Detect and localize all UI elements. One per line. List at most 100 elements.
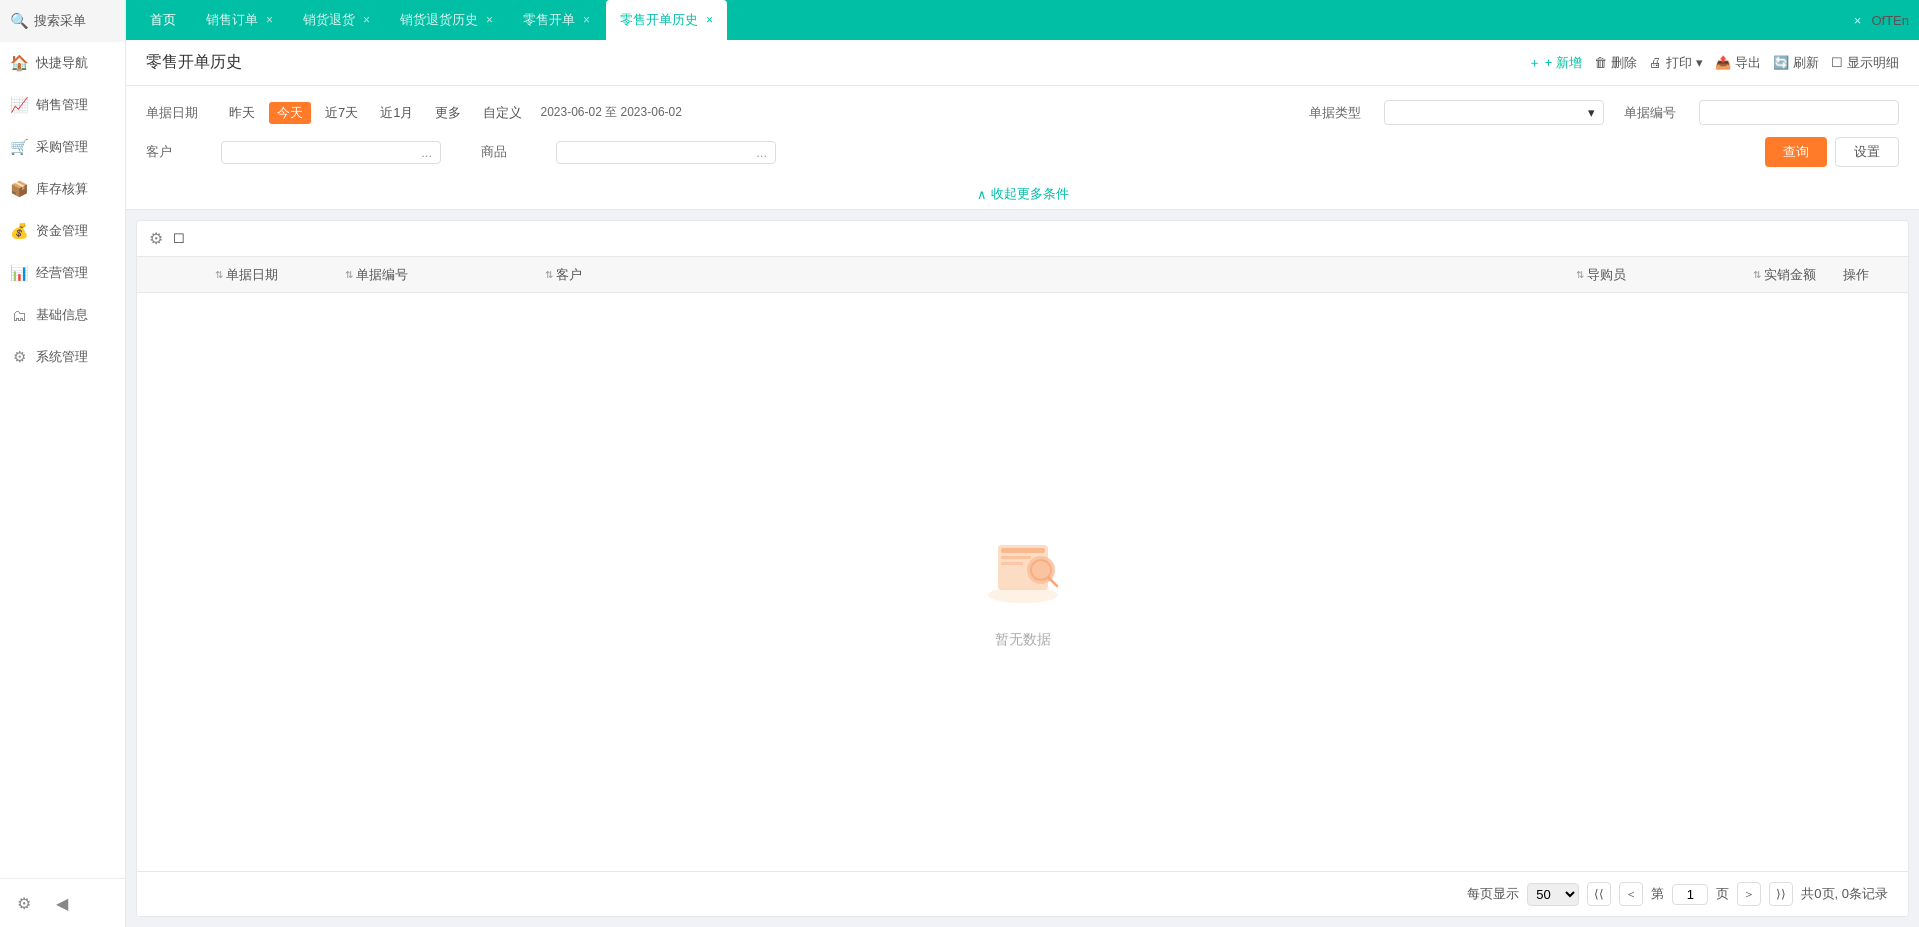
sidebar-item-purchase-mgmt[interactable]: 🛒 采购管理 <box>0 126 125 168</box>
th-sort-amount-icon: ⇅ <box>1753 269 1761 280</box>
settings-gear-icon[interactable]: ⚙ <box>149 229 163 248</box>
collapse-bar[interactable]: ∧ 收起更多条件 <box>146 179 1899 209</box>
topnav: 首页 销售订单 × 销货退货 × 销货退货历史 × 零售开单 × 零售开单历史 … <box>126 0 1919 40</box>
th-date[interactable]: ⇅ 单据日期 <box>215 266 345 284</box>
goods-input-wrap[interactable]: ... <box>556 141 776 164</box>
first-page-btn[interactable]: ⟨⟨ <box>1587 882 1611 906</box>
sidebar-item-label: 销售管理 <box>36 96 88 114</box>
th-action: 操作 <box>1816 266 1896 284</box>
tab-sales-return-history[interactable]: 销货退货历史 × <box>386 0 507 40</box>
date-option-yesterday[interactable]: 昨天 <box>221 102 263 124</box>
tab-retail-open-close[interactable]: × <box>583 13 590 27</box>
prev-page-btn[interactable]: ＜ <box>1619 882 1643 906</box>
number-label: 单据编号 <box>1624 104 1679 122</box>
date-range-display: 2023-06-02 至 2023-06-02 <box>540 104 681 121</box>
th-sort-guide-icon: ⇅ <box>1576 269 1584 280</box>
tab-home[interactable]: 首页 <box>136 0 190 40</box>
main-area: 首页 销售订单 × 销货退货 × 销货退货历史 × 零售开单 × 零售开单历史 … <box>126 0 1919 927</box>
delete-icon: 🗑 <box>1594 55 1607 70</box>
svg-line-7 <box>1049 578 1057 586</box>
customer-input[interactable] <box>230 145 417 160</box>
topnav-right: × OfTEn <box>1854 13 1909 28</box>
date-option-custom[interactable]: 自定义 <box>475 102 530 124</box>
print-button[interactable]: 🖨 打印 ▾ <box>1649 54 1703 72</box>
delete-label: 删除 <box>1611 54 1637 72</box>
sidebar-item-sales-mgmt[interactable]: 📈 销售管理 <box>0 84 125 126</box>
tab-sales-order-close[interactable]: × <box>266 13 273 27</box>
th-amount[interactable]: ⇅ 实销金额 <box>1696 266 1816 284</box>
refresh-button[interactable]: 🔄 刷新 <box>1773 54 1819 72</box>
type-label: 单据类型 <box>1309 104 1364 122</box>
display-icon: ☐ <box>1831 55 1843 70</box>
export-button[interactable]: 📤 导出 <box>1715 54 1761 72</box>
sidebar-item-label: 资金管理 <box>36 222 88 240</box>
tab-sales-return-label: 销货退货 <box>303 11 355 29</box>
add-icon: ＋ <box>1528 54 1541 72</box>
number-input[interactable] <box>1699 100 1899 125</box>
export-label: 导出 <box>1735 54 1761 72</box>
topnav-close-btn[interactable]: × <box>1854 13 1862 28</box>
print-label: 打印 <box>1666 54 1692 72</box>
table-checkbox-all[interactable]: ☐ <box>173 231 185 246</box>
sidebar-item-quick-nav[interactable]: 🏠 快捷导航 <box>0 42 125 84</box>
delete-button[interactable]: 🗑 删除 <box>1594 54 1637 72</box>
type-select[interactable]: ▾ <box>1384 100 1604 125</box>
sidebar-item-business[interactable]: 📊 经营管理 <box>0 252 125 294</box>
filter-row-2: 客户 ... 商品 ... 查询 设置 <box>146 137 1899 167</box>
collapse-sidebar-btn[interactable]: ◀ <box>48 889 76 917</box>
page-area: 零售开单历史 ＋ + 新增 🗑 删除 🖨 打印 ▾ 📤 导出 <box>126 40 1919 927</box>
date-option-1month[interactable]: 近1月 <box>372 102 421 124</box>
sidebar-item-sys-mgmt[interactable]: ⚙ 系统管理 <box>0 336 125 378</box>
sidebar: 🔍 搜索采单 🏠 快捷导航 📈 销售管理 🛒 采购管理 📦 库存核算 💰 资金管… <box>0 0 126 927</box>
next-page-btn[interactable]: ＞ <box>1737 882 1761 906</box>
purchase-icon: 🛒 <box>10 138 28 156</box>
tab-retail-history-close[interactable]: × <box>706 13 713 27</box>
tab-retail-history[interactable]: 零售开单历史 × <box>606 0 727 40</box>
total-text: 共0页, 0条记录 <box>1801 885 1888 903</box>
goods-input[interactable] <box>565 145 752 160</box>
filter-area: 单据日期 昨天 今天 近7天 近1月 更多 自定义 2023-06-02 至 2… <box>126 86 1919 210</box>
date-option-7days[interactable]: 近7天 <box>317 102 366 124</box>
goods-dots[interactable]: ... <box>756 145 767 160</box>
search-icon: 🔍 <box>10 12 28 30</box>
sidebar-item-label: 基础信息 <box>36 306 88 324</box>
toolbar: ＋ + 新增 🗑 删除 🖨 打印 ▾ 📤 导出 🔄 <box>1528 54 1899 72</box>
date-option-today[interactable]: 今天 <box>269 102 311 124</box>
sys-icon: ⚙ <box>10 348 28 366</box>
sidebar-item-basic-info[interactable]: 🗂 基础信息 <box>0 294 125 336</box>
svg-rect-4 <box>1001 562 1023 565</box>
query-button[interactable]: 查询 <box>1765 137 1827 167</box>
sidebar-item-label: 快捷导航 <box>36 54 88 72</box>
tab-retail-open[interactable]: 零售开单 × <box>509 0 604 40</box>
settings-bottom-icon[interactable]: ⚙ <box>10 889 38 917</box>
print-icon: 🖨 <box>1649 55 1662 70</box>
setting-button[interactable]: 设置 <box>1835 137 1899 167</box>
sidebar-item-finance[interactable]: 💰 资金管理 <box>0 210 125 252</box>
th-guide[interactable]: ⇅ 导购员 <box>1576 266 1696 284</box>
date-option-more[interactable]: 更多 <box>427 102 469 124</box>
customer-input-wrap[interactable]: ... <box>221 141 441 164</box>
display-button[interactable]: ☐ 显示明细 <box>1831 54 1899 72</box>
tab-sales-return[interactable]: 销货退货 × <box>289 0 384 40</box>
page-header: 零售开单历史 ＋ + 新增 🗑 删除 🖨 打印 ▾ 📤 导出 <box>126 40 1919 86</box>
date-label: 单据日期 <box>146 104 201 122</box>
page-size-select[interactable]: 50 100 200 <box>1527 883 1579 906</box>
refresh-label: 刷新 <box>1793 54 1819 72</box>
tab-sales-order[interactable]: 销售订单 × <box>192 0 287 40</box>
table-area: ⚙ ☐ ⇅ 单据日期 ⇅ 单据编号 ⇅ 客户 <box>136 220 1909 917</box>
th-customer[interactable]: ⇅ 客户 <box>545 266 1576 284</box>
customer-dots[interactable]: ... <box>421 145 432 160</box>
export-icon: 📤 <box>1715 55 1731 70</box>
current-page-input[interactable]: 1 <box>1672 884 1708 905</box>
last-page-btn[interactable]: ⟩⟩ <box>1769 882 1793 906</box>
tab-sales-return-history-close[interactable]: × <box>486 13 493 27</box>
sidebar-item-inventory[interactable]: 📦 库存核算 <box>0 168 125 210</box>
sidebar-search[interactable]: 🔍 搜索采单 <box>0 0 125 42</box>
add-button[interactable]: ＋ + 新增 <box>1528 54 1582 72</box>
filter-row-1: 单据日期 昨天 今天 近7天 近1月 更多 自定义 2023-06-02 至 2… <box>146 100 1899 125</box>
svg-rect-3 <box>1001 556 1031 559</box>
tab-sales-return-close[interactable]: × <box>363 13 370 27</box>
finance-icon: 💰 <box>10 222 28 240</box>
often-label[interactable]: OfTEn <box>1871 13 1909 28</box>
th-number[interactable]: ⇅ 单据编号 <box>345 266 545 284</box>
